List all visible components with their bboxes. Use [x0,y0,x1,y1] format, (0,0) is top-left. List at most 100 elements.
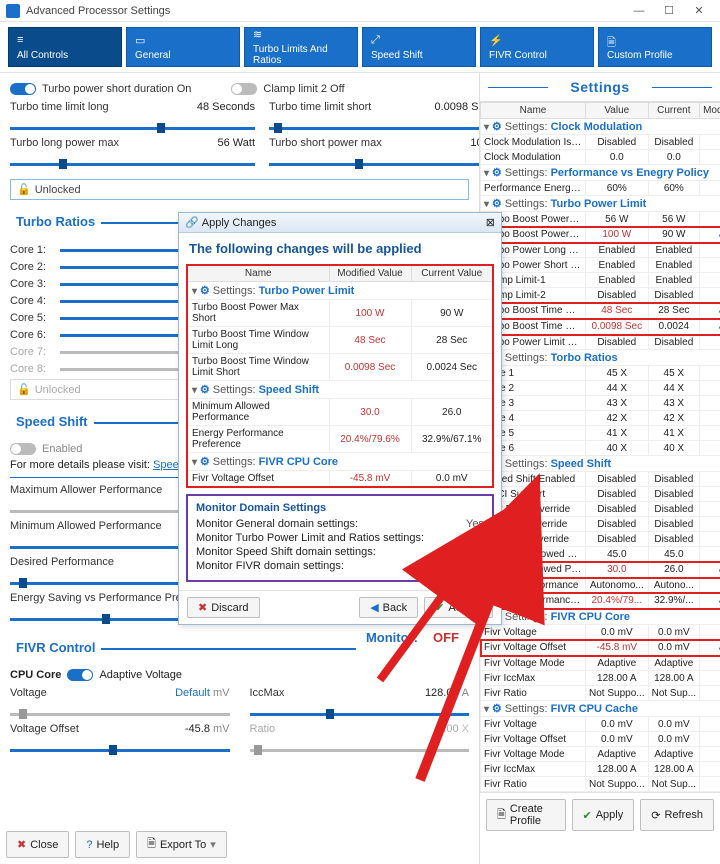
dialog-close-icon[interactable]: ⊠ [486,216,495,229]
table-row[interactable]: Core 145 X45 X [481,366,720,381]
settings-group[interactable]: ⚙ Performance vs Enegry Policy [481,165,720,181]
monitor-domain-box: Monitor Domain Settings Monitor General … [186,494,494,582]
core-label: Core 4: [10,295,60,307]
table-row[interactable]: Energy Performance Pr...20.4%/79...32.9%… [481,593,720,609]
dialog-row: Fivr Voltage Offset-45.8 mV0.0 mV [187,471,493,488]
tab-speed-shift[interactable]: ⤢Speed Shift [362,27,476,67]
table-row[interactable]: Fivr Voltage Offset0.0 mV0.0 mV [481,732,720,747]
back-button[interactable]: ◀ Back [359,597,418,618]
settings-group[interactable]: ⚙ Speed Shift [481,456,720,472]
dialog-group: ⚙ FIVR CPU Core [187,453,493,471]
close-button[interactable]: ✕ [684,4,714,17]
discard-button[interactable]: ✖ Discard [187,597,260,618]
tab-all-controls[interactable]: ≡All Controls [8,27,122,67]
core-label: Core 6: [10,329,60,341]
table-row[interactable]: Core 343 X43 X [481,396,720,411]
tab-turbo-limits[interactable]: ≋Turbo Limits And Ratios [244,27,358,67]
category-tabs: ≡All Controls ▭General ≋Turbo Limits And… [0,22,720,73]
slider-turbo-time-long[interactable] [10,121,255,135]
right-settings-pane: Settings Name Value Current Modified ⚙ C… [480,73,720,835]
slider-fivr-offset[interactable] [10,743,230,757]
apply-button[interactable]: ✔ Apply [572,799,635,831]
dialog-group: ⚙ Speed Shift [187,381,493,399]
dialog-row: Energy Performance Preference20.4%/79.6%… [187,426,493,453]
settings-group[interactable]: ⚙ FIVR CPU Core [481,609,720,625]
table-row[interactable]: Epp PECI OverrideDisabledDisabled [481,532,720,547]
create-profile-button[interactable]: 🗎 Create Profile [486,799,566,831]
table-row[interactable]: Turbo Boost Time Wind...48 Sec28 Sec✓ [481,303,720,319]
slider-turbo-short-power[interactable] [269,157,480,171]
dialog-changes-table: NameModified ValueCurrent Value ⚙ Turbo … [186,264,494,488]
slider-turbo-time-short[interactable] [269,121,480,135]
slider-fivr-voltage[interactable] [10,707,230,721]
table-row[interactable]: Fivr Voltage0.0 mV0.0 mV [481,625,720,640]
tab-general[interactable]: ▭General [126,27,240,67]
right-buttons: 🗎 Create Profile ✔ Apply ⟳ Refresh [480,792,720,835]
settings-group[interactable]: ⚙ Turbo Power Limit [481,196,720,212]
export-button[interactable]: 🗎 Export To ▾ [136,831,227,858]
table-row[interactable]: Performance Energy Po...60%60% [481,181,720,196]
table-row[interactable]: Fivr Voltage0.0 mV0.0 mV [481,717,720,732]
tab-fivr-control[interactable]: ⚡FIVR Control [480,27,594,67]
maximize-button[interactable]: ☐ [654,4,684,17]
table-row[interactable]: Core 442 X42 X [481,411,720,426]
close-app-button[interactable]: ✖ Close [6,831,69,858]
table-row[interactable]: Fivr IccMax128.00 A128.00 A [481,671,720,686]
slider-turbo-long-power[interactable] [10,157,255,171]
table-row[interactable]: Fivr RatioNot Suppo...Not Sup... [481,777,720,792]
toggle-turbo-short[interactable] [10,83,36,95]
settings-heading: Settings [480,73,720,102]
table-row[interactable]: PECI SupportDisabledDisabled [481,487,720,502]
table-row[interactable]: Turbo Power Short Dur...EnabledEnabled [481,258,720,273]
table-row[interactable]: Turbo Boost Power Ma...56 W56 W [481,212,720,227]
table-row[interactable]: Fivr RatioNot Suppo...Not Sup... [481,686,720,701]
core-label: Core 5: [10,312,60,324]
table-row[interactable]: Speed Shift EnabledDisabledDisabled [481,472,720,487]
table-row[interactable]: Core 244 X44 X [481,381,720,396]
toggle-adaptive-voltage[interactable] [67,669,93,681]
toggle-speedshift-enabled[interactable] [10,443,36,455]
minimize-button[interactable]: — [624,5,654,17]
table-row[interactable]: Clock Modulation IsEna...DisabledDisable… [481,135,720,150]
help-button[interactable]: ? Help [75,831,130,858]
slider-fivr-ratio[interactable] [250,743,470,757]
app-icon [6,4,20,18]
table-row[interactable]: Turbo Boost Power Ma...100 W90 W✓ [481,227,720,243]
core-label: Core 7: [10,346,60,358]
tab-custom-profile[interactable]: 🗎Custom Profile [598,27,712,67]
window-title: Advanced Processor Settings [26,5,624,17]
table-row[interactable]: Core 640 X40 X [481,441,720,456]
dialog-title: Apply Changes [202,217,277,229]
lock-status: 🔓 Unlocked [10,179,469,200]
table-row[interactable]: Turbo Power Limit LockDisabledDisabled [481,335,720,350]
accept-button[interactable]: ✔ Accept [424,597,493,618]
toggle-clamp-limit[interactable] [231,83,257,95]
table-row[interactable]: Fivr Voltage ModeAdaptiveAdaptive [481,656,720,671]
left-buttons: ✖ Close ? Help 🗎 Export To ▾ [0,825,480,864]
table-row[interactable]: Clock Modulation0.00.0 [481,150,720,165]
dialog-row: Minimum Allowed Performance30.026.0 [187,399,493,426]
table-row[interactable]: Max PECI OverrideDisabledDisabled [481,502,720,517]
settings-group[interactable]: ⚙ Clock Modulation [481,119,720,135]
table-row[interactable]: Turbo Boost Time Wind...0.0098 Sec0.0024… [481,319,720,335]
apply-changes-dialog: 🔗 Apply Changes⊠ The following changes w… [178,212,502,625]
table-row[interactable]: Clamp Limit-1EnabledEnabled [481,273,720,288]
table-row[interactable]: Core 541 X41 X [481,426,720,441]
settings-group[interactable]: ⚙ FIVR CPU Cache [481,701,720,717]
table-row[interactable]: Minimum Allowed Perfo...30.026.0✓ [481,562,720,578]
dialog-row: Turbo Boost Time Window Limit Long48 Sec… [187,327,493,354]
slider-fivr-iccmax[interactable] [250,707,470,721]
dialog-row: Turbo Boost Time Window Limit Short0.009… [187,354,493,381]
core-label: Core 1: [10,244,60,256]
table-row[interactable]: Clamp Limit-2DisabledDisabled [481,288,720,303]
refresh-button[interactable]: ⟳ Refresh [640,799,714,831]
table-row[interactable]: Fivr Voltage Offset-45.8 mV0.0 mV✓ [481,640,720,656]
table-row[interactable]: Fivr Voltage ModeAdaptiveAdaptive [481,747,720,762]
dialog-row: Turbo Boost Power Max Short100 W90 W [187,300,493,327]
settings-group[interactable]: ⚙ Torbo Ratios [481,350,720,366]
table-row[interactable]: Fivr IccMax128.00 A128.00 A [481,762,720,777]
table-row[interactable]: Turbo Power Long Dura...EnabledEnabled [481,243,720,258]
table-row[interactable]: Desired PerformanceAutonomo...Autono... [481,578,720,593]
table-row[interactable]: Min PECI OverrideDisabledDisabled [481,517,720,532]
table-row[interactable]: Maximum Allowed Perf...45.045.0 [481,547,720,562]
